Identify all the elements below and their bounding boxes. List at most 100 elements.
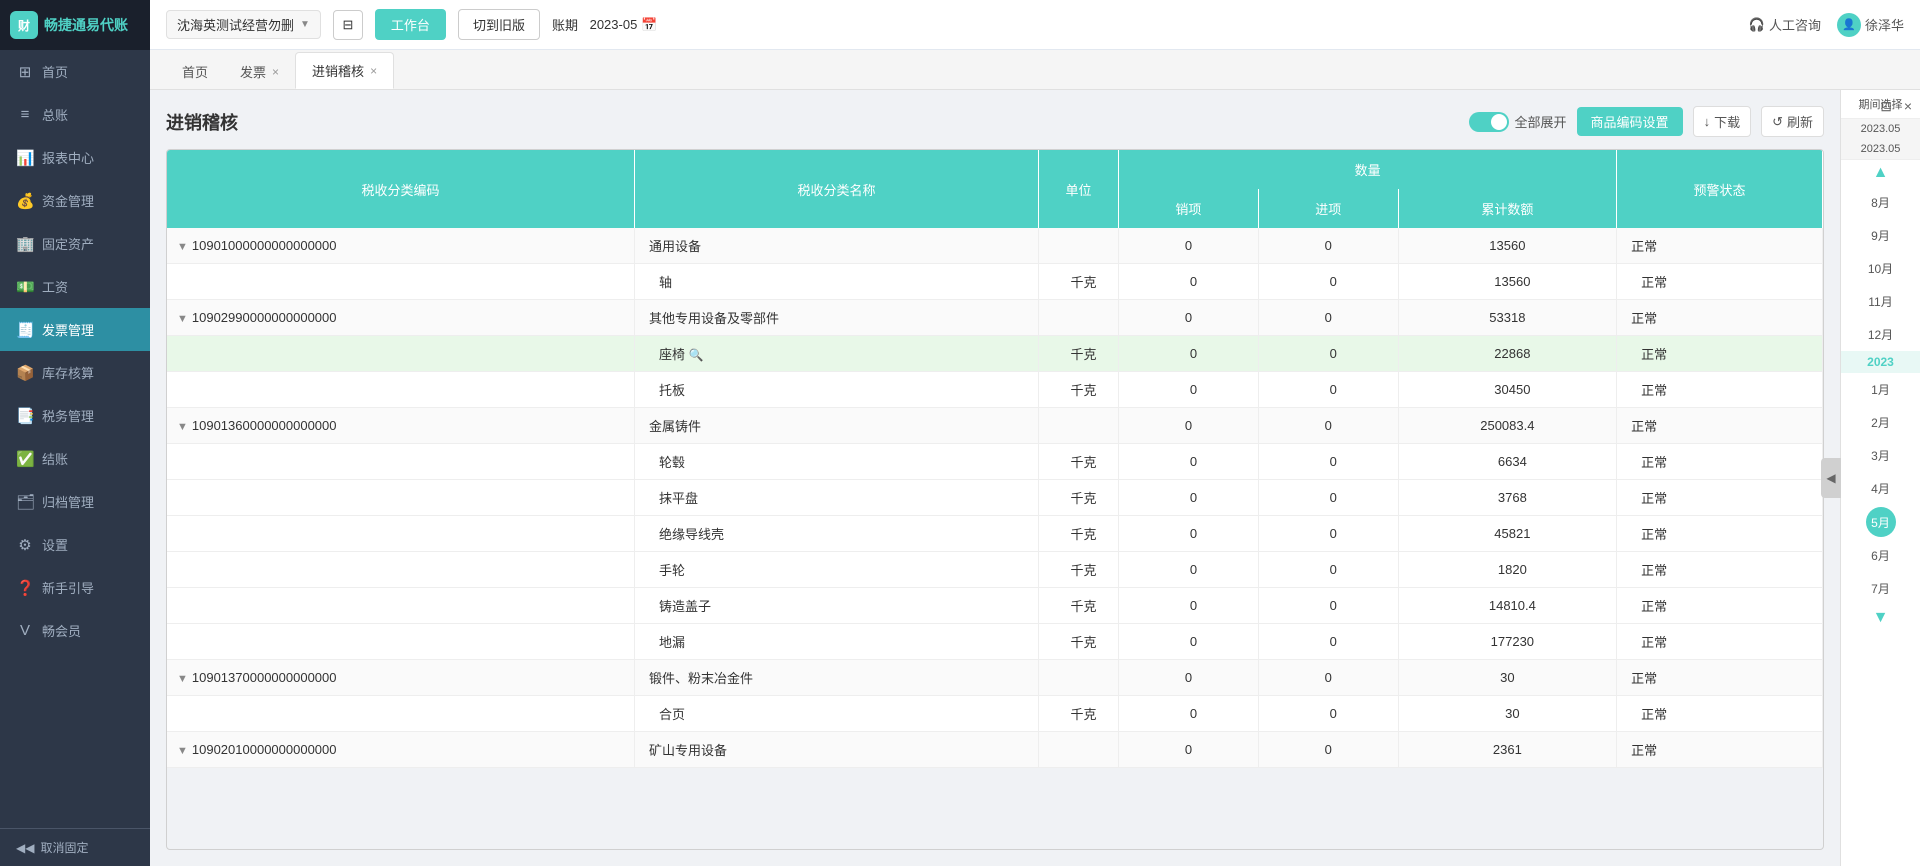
status-cell: 正常 — [1617, 552, 1823, 588]
status-cell: 正常 — [1617, 300, 1823, 336]
status-cell: 正常 — [1617, 372, 1823, 408]
tab-label: 首页 — [182, 62, 208, 81]
tax-name-cell: 轮毂 — [635, 444, 1039, 480]
sidebar-item-salary[interactable]: 💵 工资 — [0, 265, 150, 308]
month-7[interactable]: 7月 — [1841, 572, 1920, 605]
total-cell: 30450 — [1398, 372, 1617, 408]
purchase-cell: 0 — [1258, 732, 1398, 768]
maximize-panel-button[interactable]: ⊡ — [1880, 98, 1892, 115]
month-6[interactable]: 6月 — [1841, 539, 1920, 572]
user-name: 徐泽华 — [1865, 15, 1904, 34]
month-2[interactable]: 2月 — [1841, 406, 1920, 439]
month-8[interactable]: 8月 — [1841, 186, 1920, 219]
month-1[interactable]: 1月 — [1841, 373, 1920, 406]
month-9[interactable]: 9月 — [1841, 219, 1920, 252]
company-selector[interactable]: 沈海英测试经营勿删 ▼ — [166, 10, 321, 39]
inventory-icon: 📦 — [16, 364, 34, 382]
unit-cell: 千克 — [1039, 552, 1119, 588]
sidebar-item-label: 固定资产 — [42, 234, 94, 253]
table-container: 税收分类编码 税收分类名称 单位 数量 预警状态 销项 进项 累计数额 — [166, 149, 1824, 850]
unit-cell: 千克 — [1039, 696, 1119, 732]
tab-label: 发票 — [240, 62, 266, 81]
sales-cell: 0 — [1119, 228, 1259, 264]
month-3[interactable]: 3月 — [1841, 439, 1920, 472]
header-actions: 全部展开 商品编码设置 ↓ 下载 ↺ 刷新 — [1469, 106, 1824, 137]
refresh-button[interactable]: ↺ 刷新 — [1761, 106, 1824, 137]
sidebar-item-ledger[interactable]: ≡ 总账 — [0, 93, 150, 136]
tab-invoice[interactable]: 发票 × — [224, 54, 295, 89]
purchase-cell: 0 — [1258, 408, 1398, 444]
tax-name-cell: 抹平盘 — [635, 480, 1039, 516]
period-display-1: 2023.05 — [1841, 119, 1920, 139]
sidebar-item-closing[interactable]: ✅ 结账 — [0, 437, 150, 480]
toggle-switch[interactable] — [1469, 112, 1509, 132]
status-cell: 正常 — [1617, 336, 1823, 372]
sidebar-unpin[interactable]: ◀◀ 取消固定 — [0, 828, 150, 866]
tab-close-icon[interactable]: × — [370, 64, 377, 78]
col-sales-out: 销项 — [1119, 189, 1259, 228]
purchase-cell: 0 — [1258, 696, 1398, 732]
sidebar-item-label: 报表中心 — [42, 148, 94, 167]
sales-cell: 0 — [1119, 372, 1259, 408]
table-row: ▼10902010000000000000 矿山专用设备 0 0 2361 正常 — [167, 732, 1823, 768]
month-10[interactable]: 10月 — [1841, 252, 1920, 285]
switch-version-button[interactable]: 切到旧版 — [458, 9, 540, 40]
tax-name-cell: 通用设备 — [635, 228, 1039, 264]
tab-close-icon[interactable]: × — [272, 65, 279, 79]
save-button[interactable]: ⊟ — [333, 10, 363, 40]
calendar-icon[interactable]: 📅 — [641, 17, 657, 33]
tax-code-cell — [167, 444, 635, 480]
month-4[interactable]: 4月 — [1841, 472, 1920, 505]
sidebar-item-tax[interactable]: 📑 税务管理 — [0, 394, 150, 437]
sidebar-item-home[interactable]: ⊞ 首页 — [0, 50, 150, 93]
user-button[interactable]: 👤 徐泽华 — [1837, 13, 1904, 37]
col-warning: 预警状态 — [1617, 150, 1823, 228]
sidebar-item-settings[interactable]: ⚙ 设置 — [0, 523, 150, 566]
workbench-button[interactable]: 工作台 — [375, 9, 446, 40]
tab-reconcile[interactable]: 进销稽核 × — [295, 52, 394, 89]
download-button[interactable]: ↓ 下载 — [1693, 106, 1752, 137]
reports-icon: 📊 — [16, 149, 34, 167]
month-12[interactable]: 12月 — [1841, 318, 1920, 351]
expand-icon: ▼ — [177, 241, 188, 253]
sidebar: 财 畅捷通易代账 ⊞ 首页 ≡ 总账 📊 报表中心 💰 资金管理 🏢 固定资产 … — [0, 0, 150, 866]
product-code-button[interactable]: 商品编码设置 — [1577, 107, 1683, 136]
up-arrow-icon[interactable]: ▲ — [1873, 164, 1889, 182]
sidebar-item-member[interactable]: V 畅会员 — [0, 609, 150, 652]
assets-icon: 🏢 — [16, 235, 34, 253]
month-5-active[interactable]: 5月 — [1866, 507, 1896, 537]
panel-collapse-button[interactable]: ◀ — [1821, 458, 1841, 498]
sidebar-item-archive[interactable]: 🗂 归档管理 — [0, 480, 150, 523]
tax-icon: 📑 — [16, 407, 34, 425]
nav-up[interactable]: ▲ — [1869, 160, 1893, 186]
purchase-cell: 0 — [1258, 480, 1398, 516]
sidebar-item-funds[interactable]: 💰 资金管理 — [0, 179, 150, 222]
month-11[interactable]: 11月 — [1841, 285, 1920, 318]
tax-name-cell: 其他专用设备及零部件 — [635, 300, 1039, 336]
unit-cell: 千克 — [1039, 264, 1119, 300]
save-icon: ⊟ — [342, 17, 353, 33]
tab-home[interactable]: 首页 — [166, 54, 224, 89]
sidebar-item-guide[interactable]: ❓ 新手引导 — [0, 566, 150, 609]
table-row: ▼10902990000000000000 其他专用设备及零部件 0 0 533… — [167, 300, 1823, 336]
close-panel-button[interactable]: × — [1904, 98, 1912, 114]
sales-cell: 0 — [1119, 480, 1259, 516]
tax-name-cell: 座椅 🔍 — [635, 336, 1039, 372]
total-cell: 14810.4 — [1398, 588, 1617, 624]
month-5-container[interactable]: 5月 — [1841, 505, 1920, 539]
sidebar-item-assets[interactable]: 🏢 固定资产 — [0, 222, 150, 265]
nav-down[interactable]: ▼ — [1869, 605, 1893, 631]
search-icon[interactable]: 🔍 — [689, 348, 704, 362]
tax-code-cell — [167, 264, 635, 300]
logo-text: 畅捷通易代账 — [44, 15, 128, 35]
table-row: 合页 千克 0 0 30 正常 — [167, 696, 1823, 732]
unit-cell: 千克 — [1039, 624, 1119, 660]
sidebar-item-inventory[interactable]: 📦 库存核算 — [0, 351, 150, 394]
down-arrow-icon[interactable]: ▼ — [1873, 609, 1889, 627]
col-tax-code: 税收分类编码 — [167, 150, 635, 228]
sidebar-item-reports[interactable]: 📊 报表中心 — [0, 136, 150, 179]
guide-icon: ❓ — [16, 579, 34, 597]
sidebar-item-invoices[interactable]: 🧾 发票管理 — [0, 308, 150, 351]
table-row: 座椅 🔍 千克 0 0 22868 正常 — [167, 336, 1823, 372]
service-button[interactable]: 🎧 人工咨询 — [1749, 15, 1821, 34]
